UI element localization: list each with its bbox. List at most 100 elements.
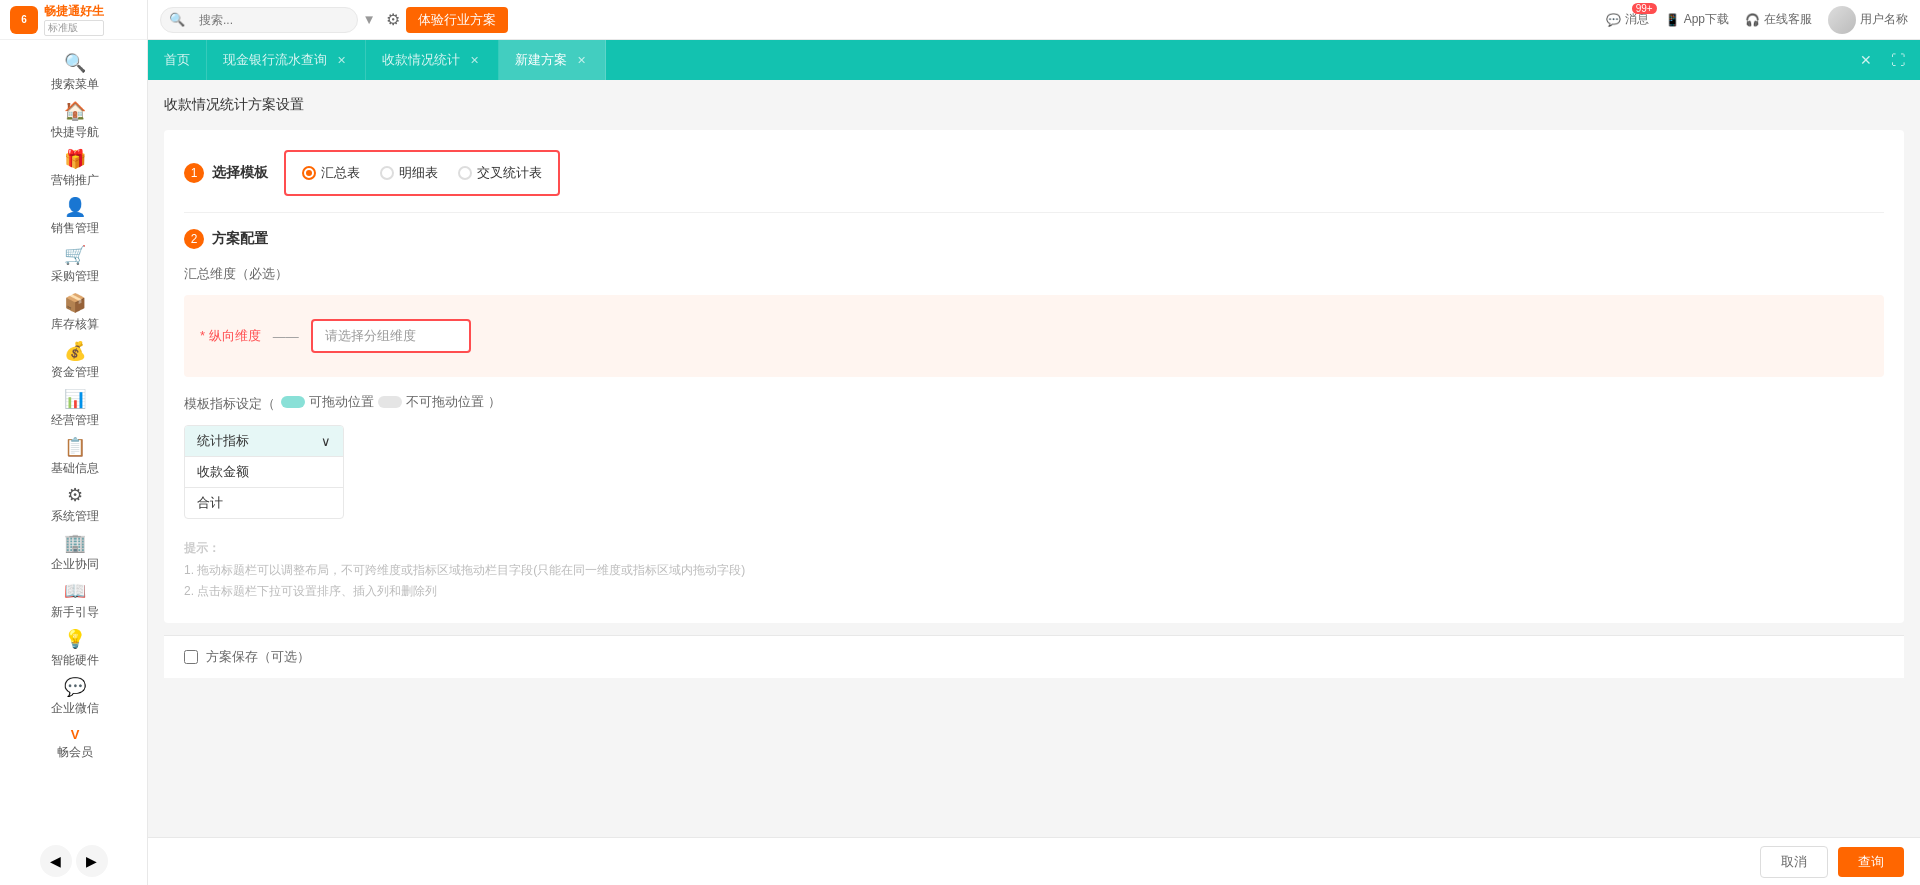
save-section: 方案保存（可选） [164, 635, 1904, 678]
step2-badge: 2 [184, 229, 204, 249]
template-section: 汇总表 明细表 交叉统计表 [284, 150, 560, 196]
drag-legend: 可拖动位置 不可拖动位置 ） [281, 393, 501, 411]
tab-new-plan-label: 新建方案 [515, 51, 567, 69]
tab-bar-actions: ✕ ⛶ [1854, 48, 1920, 72]
sidebar-item-member[interactable]: V 畅会员 [0, 720, 147, 768]
tab-bank-flow-close[interactable]: ✕ [333, 52, 349, 68]
tab-maximize-btn[interactable]: ⛶ [1886, 48, 1910, 72]
sidebar-collapse-btn[interactable]: ◀ [40, 845, 72, 877]
dimension-select[interactable]: 请选择分组维度 [311, 319, 471, 353]
chevron-down-icon: ▼ [362, 12, 375, 27]
page-title: 收款情况统计方案设置 [164, 96, 1904, 114]
header-dropdown-btn[interactable]: ▼ [358, 9, 380, 31]
settings-btn[interactable]: ⚙ [380, 7, 406, 33]
radio-summary[interactable]: 汇总表 [302, 164, 360, 182]
sidebar-item-enterprise-coop[interactable]: 🏢 企业协同 [0, 528, 147, 576]
sidebar-item-capital[interactable]: 💰 资金管理 [0, 336, 147, 384]
sidebar-bottom: ◀ ▶ [0, 837, 147, 885]
sidebar-item-smart-hardware[interactable]: 💡 智能硬件 [0, 624, 147, 672]
logo: 6 畅捷通好生 标准版 [0, 0, 148, 40]
logo-text: 畅捷通好生 [44, 3, 104, 20]
main-content: 收款情况统计方案设置 1 选择模板 汇总表 明细表 [148, 80, 1920, 885]
cancel-button[interactable]: 取消 [1760, 846, 1828, 878]
step1-label: 选择模板 [212, 164, 268, 182]
sidebar-item-operations[interactable]: 📊 经营管理 [0, 384, 147, 432]
sidebar-item-new-guide[interactable]: 📖 新手引导 [0, 576, 147, 624]
sidebar-item-inventory[interactable]: 📦 库存核算 [0, 288, 147, 336]
sidebar-item-label: 新手引导 [51, 604, 99, 621]
tab-receipt-stats-label: 收款情况统计 [382, 51, 460, 69]
tab-close-all-btn[interactable]: ✕ [1854, 48, 1878, 72]
settings-icon: ⚙ [386, 11, 400, 28]
basic-info-icon: 📋 [64, 436, 86, 458]
service-label: 在线客服 [1764, 11, 1812, 28]
table-row: 收款金额 [185, 457, 343, 488]
sidebar-item-basic-info[interactable]: 📋 基础信息 [0, 432, 147, 480]
radio-group-template: 汇总表 明细表 交叉统计表 [302, 164, 542, 182]
sidebar-item-label: 企业协同 [51, 556, 99, 573]
sidebar-item-purchase[interactable]: 🛒 采购管理 [0, 240, 147, 288]
enterprise-wechat-icon: 💬 [64, 676, 86, 698]
divider [184, 212, 1884, 213]
quick-nav-icon: 🏠 [64, 100, 86, 122]
tab-new-plan[interactable]: 新建方案 ✕ [499, 40, 606, 80]
online-service-btn[interactable]: 🎧 在线客服 [1745, 11, 1812, 28]
metrics-section: 模板指标设定（ 可拖动位置 不可拖动位置 ） 统计 [184, 393, 1884, 603]
sidebar-item-enterprise-wechat[interactable]: 💬 企业微信 [0, 672, 147, 720]
radio-detail[interactable]: 明细表 [380, 164, 438, 182]
sidebar-item-label: 系统管理 [51, 508, 99, 525]
trial-btn[interactable]: 体验行业方案 [406, 7, 508, 33]
query-button[interactable]: 查询 [1838, 847, 1904, 877]
step1-row: 1 选择模板 汇总表 明细表 交叉统计表 [184, 150, 1884, 196]
header-search-container[interactable]: 🔍 [160, 7, 358, 33]
user-info[interactable]: 用户名称 [1828, 6, 1908, 34]
step2-row: 2 方案配置 [184, 229, 1884, 249]
sidebar-expand-btn[interactable]: ▶ [76, 845, 108, 877]
header-right: 💬 消息 99+ 📱 App下载 🎧 在线客服 用户名称 [1606, 6, 1908, 34]
member-icon: V [71, 727, 80, 742]
radio-summary-label: 汇总表 [321, 164, 360, 182]
config-section: 汇总维度（必选） * 纵向维度 —— 请选择分组维度 [184, 265, 1884, 603]
radio-detail-circle [380, 166, 394, 180]
sidebar-item-marketing[interactable]: 🎁 营销推广 [0, 144, 147, 192]
settings-card: 1 选择模板 汇总表 明细表 交叉统计表 [164, 130, 1904, 623]
sidebar-item-quick-nav[interactable]: 🏠 快捷导航 [0, 96, 147, 144]
marketing-icon: 🎁 [64, 148, 86, 170]
header-search-input[interactable] [189, 7, 349, 33]
stats-dropdown-btn[interactable]: ∨ [321, 434, 331, 449]
step1-badge: 1 [184, 163, 204, 183]
radio-cross[interactable]: 交叉统计表 [458, 164, 542, 182]
sidebar-item-label: 基础信息 [51, 460, 99, 477]
sidebar-item-label: 营销推广 [51, 172, 99, 189]
dimension-arrow: —— [273, 329, 299, 344]
tab-home[interactable]: 首页 [148, 40, 207, 80]
sidebar-item-label: 资金管理 [51, 364, 99, 381]
notification-btn[interactable]: 💬 消息 99+ [1606, 11, 1649, 28]
tip-line-1: 1. 拖动标题栏可以调整布局，不可跨维度或指标区域拖动栏目字段(只能在同一维度或… [184, 560, 1884, 582]
sales-icon: 👤 [64, 196, 86, 218]
sidebar-item-label: 销售管理 [51, 220, 99, 237]
logo-icon: 6 [10, 6, 38, 34]
capital-icon: 💰 [64, 340, 86, 362]
operations-icon: 📊 [64, 388, 86, 410]
save-checkbox[interactable] [184, 650, 198, 664]
app-download-btn[interactable]: 📱 App下载 [1665, 11, 1729, 28]
tab-receipt-stats-close[interactable]: ✕ [466, 52, 482, 68]
tab-receipt-stats[interactable]: 收款情况统计 ✕ [366, 40, 499, 80]
tips-title: 提示： [184, 541, 220, 555]
metrics-header: 模板指标设定（ 可拖动位置 不可拖动位置 ） [184, 393, 1884, 413]
logo-tag: 标准版 [44, 20, 104, 36]
tab-new-plan-close[interactable]: ✕ [573, 52, 589, 68]
tab-bank-flow-label: 现金银行流水查询 [223, 51, 327, 69]
system-icon: ⚙ [67, 484, 83, 506]
chevron-down-icon: ∨ [321, 434, 331, 449]
dimension-select-wrapper: 请选择分组维度 [311, 319, 471, 353]
sidebar-item-sales[interactable]: 👤 销售管理 [0, 192, 147, 240]
sidebar-item-label: 畅会员 [57, 744, 93, 761]
download-label: App下载 [1684, 11, 1729, 28]
sidebar-item-system[interactable]: ⚙ 系统管理 [0, 480, 147, 528]
tab-bank-flow[interactable]: 现金银行流水查询 ✕ [207, 40, 366, 80]
sidebar-item-search-menu[interactable]: 🔍 搜索菜单 [0, 48, 147, 96]
table-row: 合计 [185, 488, 343, 518]
sidebar: 6 畅捷通好生 标准版 🔍 搜索菜单 🏠 快捷导航 🎁 营销推广 👤 销售管理 … [0, 0, 148, 885]
